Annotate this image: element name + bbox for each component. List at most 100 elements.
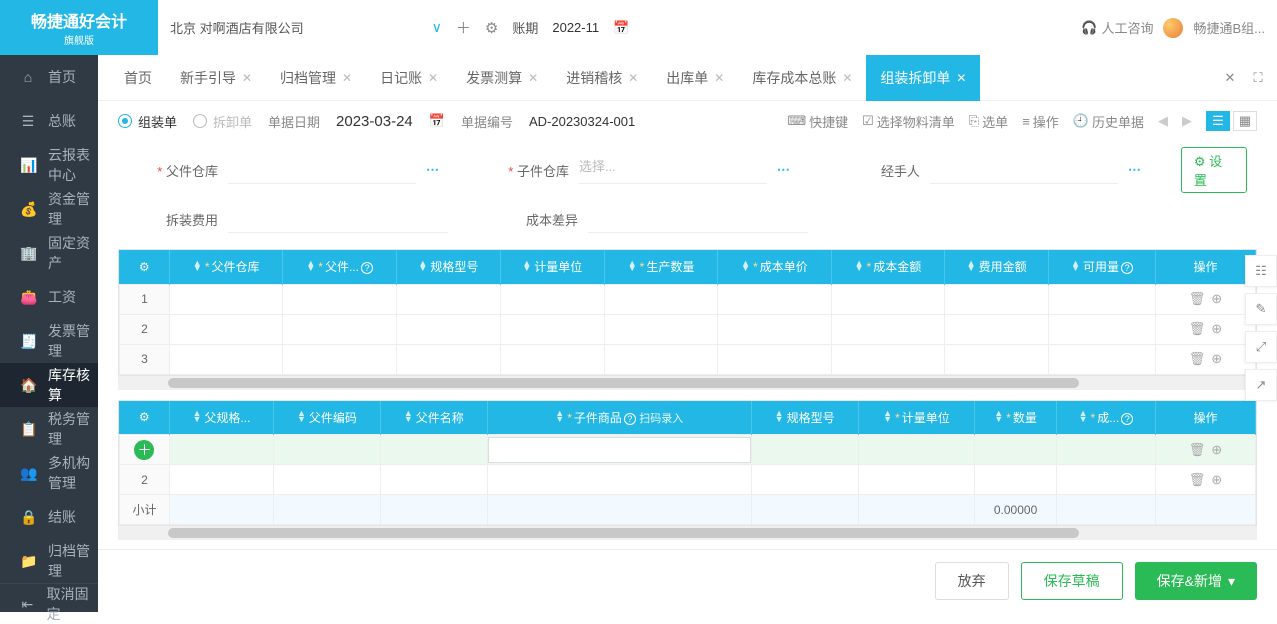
cell[interactable] <box>500 344 604 374</box>
child-col-3[interactable]: ▲▼子件商品? 扫码录入 <box>487 401 751 435</box>
parent-col-5[interactable]: ▲▼成本单价 <box>718 250 831 284</box>
parent-col-8[interactable]: ▲▼可用量? <box>1049 250 1156 284</box>
child-col-2[interactable]: ▲▼父件名称 <box>380 401 487 435</box>
parent-col-3[interactable]: ▲▼计量单位 <box>500 250 604 284</box>
history-link[interactable]: 🕘 历史单据 <box>1073 112 1144 131</box>
tab-1[interactable]: 新手引导✕ <box>166 55 266 101</box>
delete-icon[interactable]: 🗑 <box>1189 442 1206 457</box>
gear-header[interactable]: ⚙ <box>119 250 169 284</box>
tab-4[interactable]: 发票测算✕ <box>452 55 552 101</box>
cell[interactable] <box>169 284 282 314</box>
cell[interactable] <box>604 284 717 314</box>
child-col-5[interactable]: ▲▼计量单位 <box>858 401 975 435</box>
cell[interactable] <box>718 344 831 374</box>
parent-col-7[interactable]: ▲▼费用金额 <box>945 250 1049 284</box>
discard-button[interactable]: 放弃 <box>935 562 1009 600</box>
company-dropdown-icon[interactable]: ∨ <box>432 19 442 36</box>
cell[interactable] <box>858 435 975 465</box>
add-row-btn[interactable]: ＋ <box>119 435 169 465</box>
gear-header[interactable]: ⚙ <box>119 401 169 435</box>
cell[interactable] <box>283 284 396 314</box>
rail-detail-icon[interactable]: ☷ <box>1245 255 1277 287</box>
cell[interactable] <box>604 314 717 344</box>
rail-expand-icon[interactable]: ↗ <box>1245 369 1277 401</box>
sidebar-item-11[interactable]: 📁归档管理 <box>0 539 98 583</box>
close-icon[interactable]: ✕ <box>714 71 724 85</box>
child-col-4[interactable]: ▲▼规格型号 <box>751 401 858 435</box>
child-col-6[interactable]: ▲▼数量 <box>975 401 1057 435</box>
add-icon[interactable]: ⊕ <box>1211 321 1222 336</box>
parent-col-6[interactable]: ▲▼成本金额 <box>831 250 944 284</box>
close-icon[interactable]: ✕ <box>956 71 966 85</box>
cell[interactable] <box>169 465 273 495</box>
tab-5[interactable]: 进销稽核✕ <box>552 55 652 101</box>
add-icon[interactable]: ⊕ <box>1211 291 1222 306</box>
child-col-7[interactable]: ▲▼成...? <box>1056 401 1155 435</box>
tab-3[interactable]: 日记账✕ <box>366 55 452 101</box>
add-icon[interactable]: ⊕ <box>1211 442 1222 457</box>
sidebar-item-2[interactable]: 📊云报表中心 <box>0 143 98 187</box>
settings-button[interactable]: ⚙ 设置 <box>1181 147 1247 193</box>
cell[interactable] <box>273 435 380 465</box>
sidebar-item-3[interactable]: 💰资金管理 <box>0 187 98 231</box>
sidebar-item-1[interactable]: ☰总账 <box>0 99 98 143</box>
more-icon[interactable]: ⋯ <box>1128 162 1141 178</box>
calendar-icon[interactable]: 📅 <box>613 20 629 36</box>
cell[interactable] <box>831 284 944 314</box>
cell[interactable] <box>1049 314 1156 344</box>
select-link[interactable]: ⎘ 选单 <box>969 112 1008 131</box>
parent-col-4[interactable]: ▲▼生产数量 <box>604 250 717 284</box>
radio-assemble[interactable]: 组装单 <box>118 112 177 131</box>
company-name[interactable]: 北京 对啊酒店有限公司 <box>170 18 304 37</box>
cell[interactable] <box>751 435 858 465</box>
tab-8[interactable]: 组装拆卸单✕ <box>866 55 980 101</box>
cell[interactable] <box>1056 465 1155 495</box>
close-all-icon[interactable]: ✕ <box>1221 69 1239 87</box>
close-icon[interactable]: ✕ <box>628 71 638 85</box>
sidebar-item-5[interactable]: 👛工资 <box>0 275 98 319</box>
parent-scrollbar[interactable] <box>118 376 1257 390</box>
cell[interactable] <box>396 284 500 314</box>
delete-icon[interactable]: 🗑 <box>1189 351 1206 366</box>
child-item-input[interactable] <box>488 437 751 463</box>
cell[interactable] <box>831 314 944 344</box>
cell[interactable] <box>273 465 380 495</box>
sidebar-item-9[interactable]: 👥多机构管理 <box>0 451 98 495</box>
cell[interactable] <box>396 314 500 344</box>
ops-link[interactable]: ≡ 操作 <box>1022 112 1059 131</box>
costdiff-input[interactable] <box>588 205 808 233</box>
cell[interactable] <box>975 465 1057 495</box>
close-icon[interactable]: ✕ <box>528 71 538 85</box>
add-icon[interactable]: ＋ <box>456 17 471 38</box>
logo[interactable]: 畅捷通好会计 旗舰版 <box>0 0 158 55</box>
operator-input[interactable] <box>930 156 1118 184</box>
sidebar-item-0[interactable]: ⌂首页 <box>0 55 98 99</box>
parent-col-1[interactable]: ▲▼父件...? <box>283 250 396 284</box>
cell[interactable] <box>487 465 751 495</box>
child-scrollbar[interactable] <box>118 526 1257 540</box>
next-icon[interactable]: ▶ <box>1182 113 1192 129</box>
parent-col-2[interactable]: ▲▼规格型号 <box>396 250 500 284</box>
username[interactable]: 畅捷通B组... <box>1193 18 1265 37</box>
rail-swap-icon[interactable]: ⤢ <box>1245 331 1277 363</box>
shortcut-link[interactable]: ⌨ 快捷键 <box>787 112 848 131</box>
rail-note-icon[interactable]: ✎ <box>1245 293 1277 325</box>
cell[interactable] <box>487 435 751 465</box>
sidebar-item-8[interactable]: 📋税务管理 <box>0 407 98 451</box>
doc-date-value[interactable]: 2023-03-24 <box>336 113 413 130</box>
child-col-0[interactable]: ▲▼父规格... <box>169 401 273 435</box>
tab-2[interactable]: 归档管理✕ <box>266 55 366 101</box>
cell[interactable] <box>718 284 831 314</box>
close-icon[interactable]: ✕ <box>428 71 438 85</box>
cell[interactable] <box>1049 344 1156 374</box>
cell[interactable] <box>169 435 273 465</box>
fullscreen-icon[interactable]: ⛶ <box>1249 69 1267 87</box>
delete-icon[interactable]: 🗑 <box>1189 321 1206 336</box>
view-list-icon[interactable]: ☰ <box>1206 111 1230 131</box>
cell[interactable] <box>283 314 396 344</box>
child-col-1[interactable]: ▲▼父件编码 <box>273 401 380 435</box>
radio-disassemble[interactable]: 拆卸单 <box>193 112 252 131</box>
tab-0[interactable]: 首页 <box>110 55 166 101</box>
sidebar-item-7[interactable]: 🏠库存核算 <box>0 363 98 407</box>
cell[interactable] <box>169 314 282 344</box>
